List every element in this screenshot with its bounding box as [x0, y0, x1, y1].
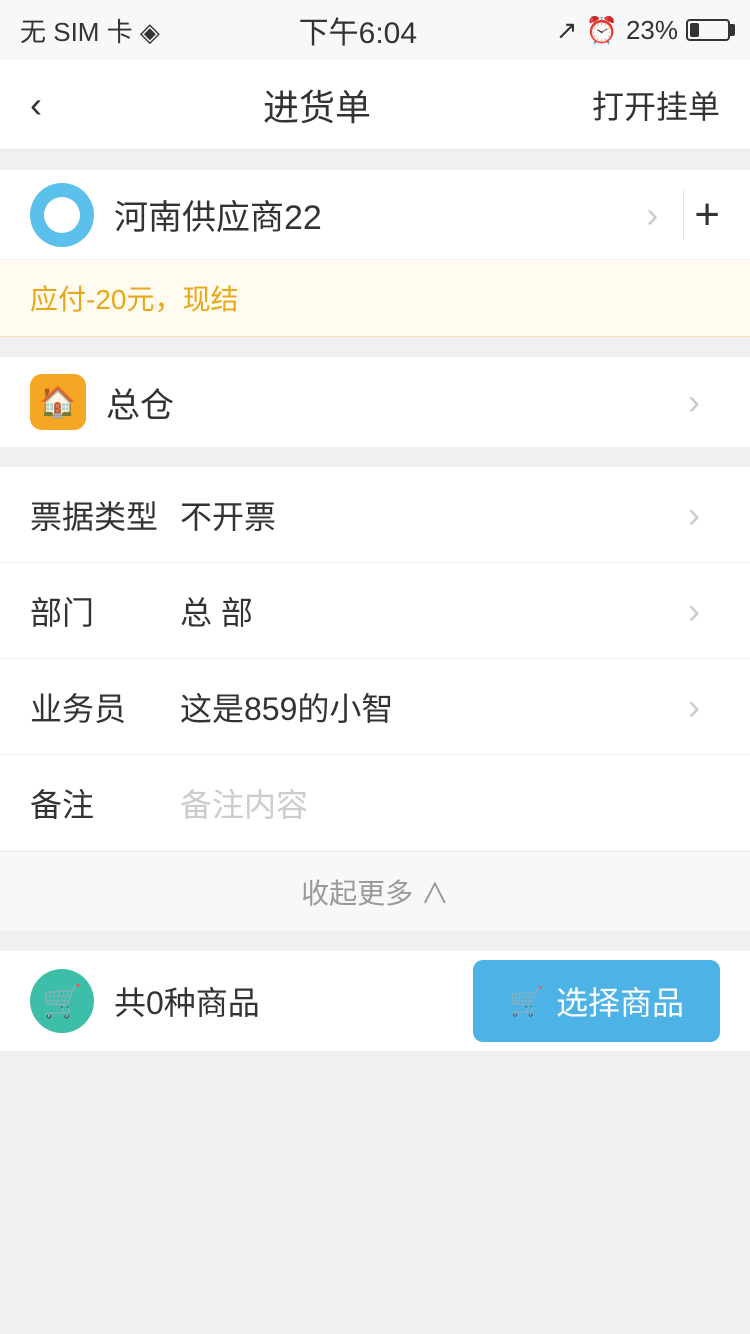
- select-product-button[interactable]: 🛒 选择商品: [473, 960, 720, 1042]
- section-divider-1: [0, 150, 750, 170]
- warehouse-icon: 🏠: [30, 374, 86, 430]
- department-label: 部门: [30, 588, 160, 634]
- status-bar: 无 SIM 卡 ◈ 下午6:04 ↗ ⏰ 23%: [0, 0, 750, 60]
- form-section: 票据类型 不开票 › 部门 总 部 › 业务员 这是859的小智 › 备注 备注…: [0, 467, 750, 851]
- salesperson-row[interactable]: 业务员 这是859的小智 ›: [0, 659, 750, 755]
- department-chevron-icon: ›: [688, 590, 700, 632]
- product-icon-glyph: 🛒: [42, 982, 82, 1020]
- nav-bar: ‹ 进货单 打开挂单: [0, 60, 750, 150]
- invoice-type-row[interactable]: 票据类型 不开票 ›: [0, 467, 750, 563]
- invoice-type-chevron-icon: ›: [688, 494, 700, 536]
- invoice-type-label: 票据类型: [30, 492, 160, 538]
- salesperson-label: 业务员: [30, 684, 160, 730]
- select-btn-icon: 🛒: [509, 985, 544, 1018]
- product-count-label: 共0种商品: [114, 978, 473, 1024]
- supplier-row[interactable]: 河南供应商22 › +: [0, 170, 750, 260]
- location-icon: ↗: [556, 15, 578, 46]
- product-icon: 🛒: [30, 969, 94, 1033]
- warehouse-row[interactable]: 🏠 总仓 ›: [0, 357, 750, 447]
- invoice-type-value: 不开票: [180, 492, 688, 538]
- department-row[interactable]: 部门 总 部 ›: [0, 563, 750, 659]
- alarm-icon: ⏰: [586, 15, 618, 46]
- avatar-inner: [44, 197, 80, 233]
- add-supplier-button[interactable]: +: [694, 193, 720, 237]
- warehouse-icon-glyph: 🏠: [39, 385, 76, 420]
- supplier-section: 河南供应商22 › + 应付-20元，现结: [0, 170, 750, 337]
- notice-bar: 应付-20元，现结: [0, 260, 750, 337]
- section-gap-2: [0, 447, 750, 467]
- battery-percent: 23%: [626, 15, 678, 46]
- back-button[interactable]: ‹: [30, 84, 42, 126]
- select-btn-label: 选择商品: [556, 978, 684, 1024]
- supplier-name: 河南供应商22: [114, 190, 646, 239]
- sim-status: 无 SIM 卡 ◈: [20, 12, 160, 49]
- salesperson-value: 这是859的小智: [180, 684, 688, 730]
- remark-row[interactable]: 备注 备注内容: [0, 755, 750, 851]
- page-title: 进货单: [263, 79, 371, 131]
- status-left: 无 SIM 卡 ◈: [20, 12, 160, 49]
- status-time: 下午6:04: [299, 8, 417, 52]
- remark-input[interactable]: 备注内容: [180, 780, 720, 826]
- bottom-bar: 🛒 共0种商品 🛒 选择商品: [0, 951, 750, 1051]
- warehouse-chevron-icon: ›: [688, 381, 700, 423]
- status-right: ↗ ⏰ 23%: [556, 15, 730, 46]
- collapse-button[interactable]: 收起更多 ∧: [0, 851, 750, 931]
- open-pending-button[interactable]: 打开挂单: [592, 82, 720, 128]
- battery-icon: [686, 19, 730, 41]
- salesperson-chevron-icon: ›: [688, 686, 700, 728]
- remark-label: 备注: [30, 780, 160, 826]
- section-gap-1: [0, 337, 750, 357]
- vertical-divider: [683, 190, 684, 240]
- warehouse-section[interactable]: 🏠 总仓 ›: [0, 357, 750, 447]
- supplier-avatar: [30, 183, 94, 247]
- department-value: 总 部: [180, 588, 688, 634]
- warehouse-name: 总仓: [106, 378, 688, 427]
- supplier-chevron-icon: ›: [646, 194, 658, 236]
